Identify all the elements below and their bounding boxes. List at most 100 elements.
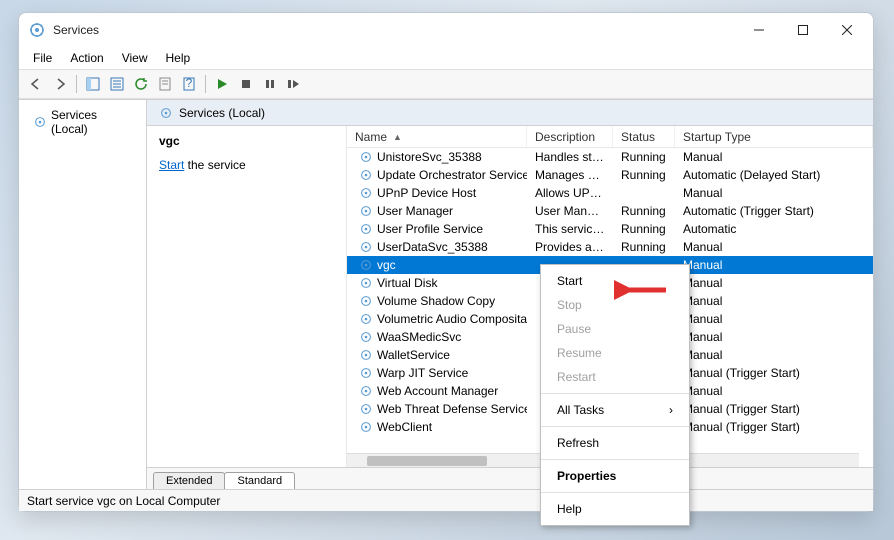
- col-status[interactable]: Status: [613, 126, 675, 147]
- tab-standard[interactable]: Standard: [224, 472, 295, 489]
- gear-icon: [359, 384, 373, 398]
- row-status: Running: [613, 222, 675, 236]
- row-startup: Automatic (Delayed Start): [675, 168, 873, 182]
- service-row[interactable]: User Profile Service This service ...Runn…: [347, 220, 873, 238]
- maximize-button[interactable]: [781, 16, 825, 44]
- ctx-resume: Resume: [541, 341, 689, 365]
- menubar: File Action View Help: [19, 47, 873, 69]
- row-name: Web Account Manager: [377, 384, 498, 398]
- service-action-line: Start the service: [159, 158, 334, 172]
- gear-icon: [359, 294, 373, 308]
- right-header-label: Services (Local): [179, 106, 265, 120]
- ctx-sep: [541, 426, 689, 427]
- menu-action[interactable]: Action: [62, 49, 111, 67]
- tree-root-label: Services (Local): [51, 108, 136, 136]
- col-description[interactable]: Description: [527, 126, 613, 147]
- menu-file[interactable]: File: [25, 49, 60, 67]
- row-startup: Manual: [675, 330, 873, 344]
- col-name[interactable]: Name▲: [347, 126, 527, 147]
- forward-button[interactable]: [49, 73, 71, 95]
- row-name: User Manager: [377, 204, 453, 218]
- ctx-sep: [541, 393, 689, 394]
- service-row[interactable]: User ManagerUser Manag...RunningAutomati…: [347, 202, 873, 220]
- scroll-thumb[interactable]: [367, 456, 487, 466]
- row-description: This service ...: [527, 222, 613, 236]
- ctx-help[interactable]: Help: [541, 497, 689, 521]
- gear-icon: [359, 402, 373, 416]
- row-description: Handles sto...: [527, 150, 613, 164]
- services-window: Services File Action View Help ? Service…: [18, 12, 874, 512]
- row-name: UserDataSvc_35388: [377, 240, 488, 254]
- restart-service-button[interactable]: [283, 73, 305, 95]
- row-name: User Profile Service: [377, 222, 483, 236]
- help-button[interactable]: ?: [178, 73, 200, 95]
- statusbar: Start service vgc on Local Computer: [19, 489, 873, 511]
- start-service-link[interactable]: Start: [159, 158, 184, 172]
- row-description: User Manag...: [527, 204, 613, 218]
- tab-extended[interactable]: Extended: [153, 472, 225, 489]
- row-startup: Automatic: [675, 222, 873, 236]
- col-startup-type[interactable]: Startup Type: [675, 126, 873, 147]
- statusbar-text: Start service vgc on Local Computer: [27, 494, 220, 508]
- context-menu: Start Stop Pause Resume Restart All Task…: [540, 264, 690, 526]
- row-startup: Manual: [675, 240, 873, 254]
- content: vgc Start the service Name▲ Description …: [147, 126, 873, 467]
- row-status: Running: [613, 150, 675, 164]
- row-description: Provides ap...: [527, 240, 613, 254]
- gear-icon: [359, 150, 373, 164]
- back-button[interactable]: [25, 73, 47, 95]
- right-panel: Services (Local) vgc Start the service N…: [147, 100, 873, 489]
- chevron-right-icon: ›: [669, 403, 673, 417]
- pause-service-button[interactable]: [259, 73, 281, 95]
- svg-text:?: ?: [186, 77, 193, 90]
- properties-button[interactable]: [154, 73, 176, 95]
- toolbar: ?: [19, 69, 873, 99]
- service-row[interactable]: UPnP Device HostAllows UPn...Manual: [347, 184, 873, 202]
- service-row[interactable]: UserDataSvc_35388Provides ap...RunningMa…: [347, 238, 873, 256]
- row-name: UPnP Device Host: [377, 186, 476, 200]
- row-name: Warp JIT Service: [377, 366, 468, 380]
- gear-icon: [359, 276, 373, 290]
- detail-pane: vgc Start the service: [147, 126, 347, 467]
- sort-asc-icon: ▲: [393, 132, 402, 142]
- gear-icon: [359, 312, 373, 326]
- row-startup: Automatic (Trigger Start): [675, 204, 873, 218]
- start-service-button[interactable]: [211, 73, 233, 95]
- gear-icon: [359, 420, 373, 434]
- row-startup: Manual: [675, 348, 873, 362]
- row-name: vgc: [377, 258, 396, 272]
- ctx-all-tasks[interactable]: All Tasks›: [541, 398, 689, 422]
- ctx-sep: [541, 459, 689, 460]
- service-row[interactable]: Update Orchestrator ServiceManages Wi...…: [347, 166, 873, 184]
- menu-help[interactable]: Help: [158, 49, 199, 67]
- tree-panel[interactable]: Services (Local): [19, 100, 147, 489]
- services-app-icon: [29, 22, 45, 38]
- gear-icon: [359, 186, 373, 200]
- close-button[interactable]: [825, 16, 869, 44]
- minimize-button[interactable]: [737, 16, 781, 44]
- row-startup: Manual: [675, 150, 873, 164]
- gear-icon: [359, 240, 373, 254]
- row-startup: Manual: [675, 186, 873, 200]
- titlebar[interactable]: Services: [19, 13, 873, 47]
- row-name: WebClient: [377, 420, 432, 434]
- row-startup: Manual: [675, 384, 873, 398]
- row-startup: Manual: [675, 276, 873, 290]
- row-name: Virtual Disk: [377, 276, 437, 290]
- refresh-button[interactable]: [130, 73, 152, 95]
- ctx-pause: Pause: [541, 317, 689, 341]
- ctx-properties[interactable]: Properties: [541, 464, 689, 488]
- row-startup: Manual: [675, 294, 873, 308]
- column-headers: Name▲ Description Status Startup Type: [347, 126, 873, 148]
- ctx-refresh[interactable]: Refresh: [541, 431, 689, 455]
- show-hide-tree-button[interactable]: [82, 73, 104, 95]
- toolbar-sep: [76, 75, 77, 93]
- tree-root-services-local[interactable]: Services (Local): [25, 106, 140, 138]
- export-button[interactable]: [106, 73, 128, 95]
- row-name: WalletService: [377, 348, 450, 362]
- service-row[interactable]: UnistoreSvc_35388Handles sto...RunningMa…: [347, 148, 873, 166]
- view-tabs: Extended Standard: [147, 467, 873, 489]
- stop-service-button[interactable]: [235, 73, 257, 95]
- menu-view[interactable]: View: [114, 49, 156, 67]
- body: Services (Local) Services (Local) vgc St…: [19, 99, 873, 489]
